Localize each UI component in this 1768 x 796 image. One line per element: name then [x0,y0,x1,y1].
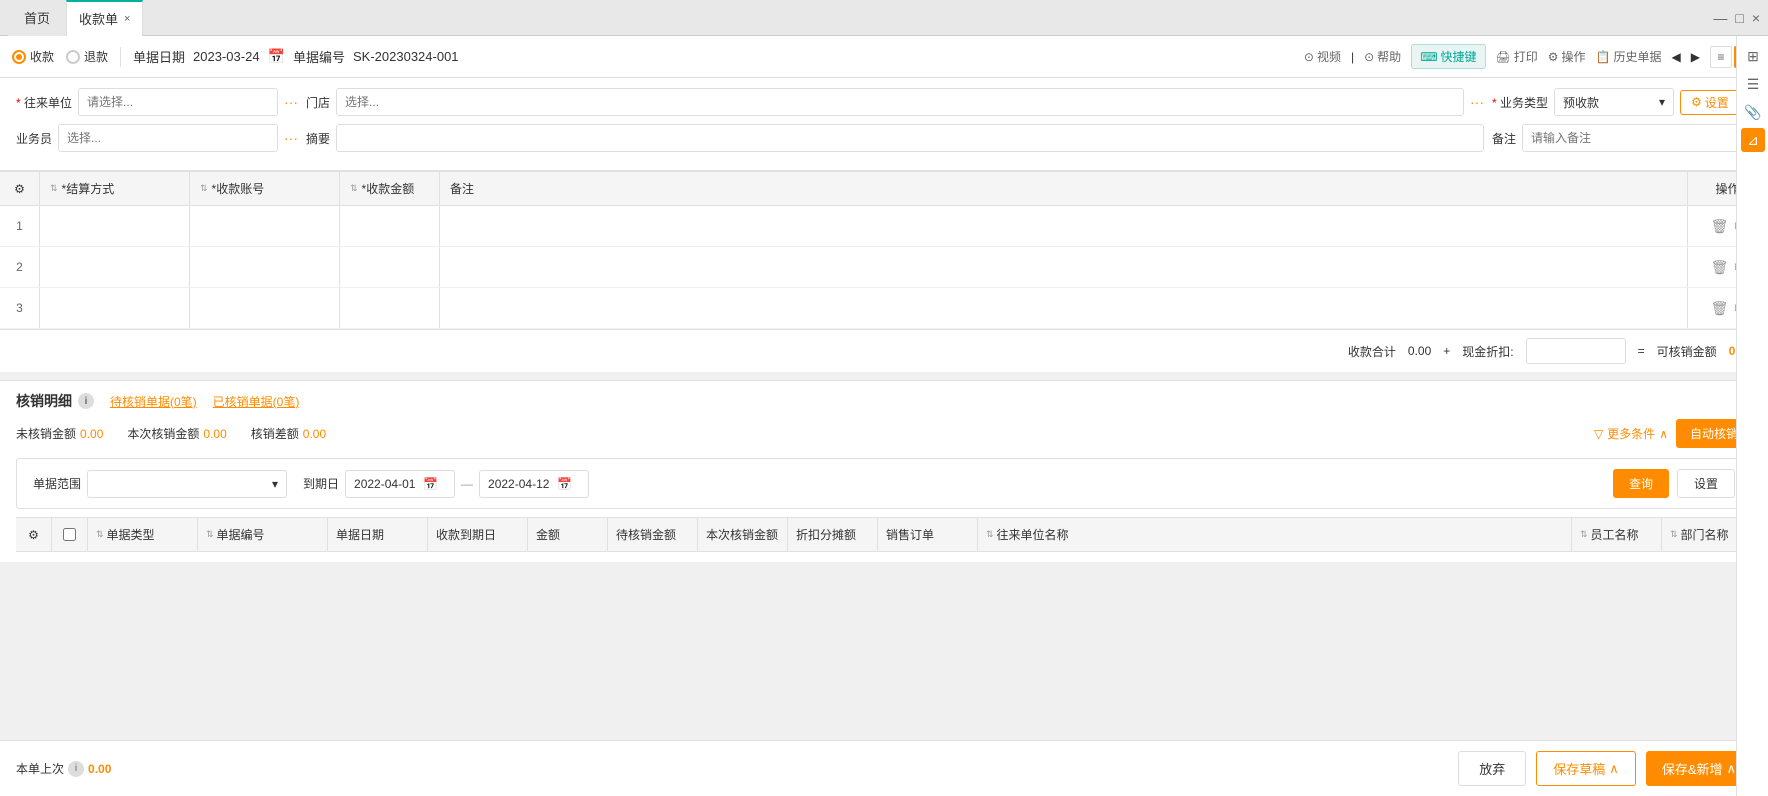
plus-sign: + [1443,344,1450,358]
th-amount: ⇅ *收款金额 [340,172,440,205]
table-row: 3 🗑 ⧉ [0,288,1768,329]
radio-refund[interactable]: 退款 [66,48,108,65]
th-account: ⇅ *收款账号 [190,172,340,205]
dth-staff: ⇅ 员工名称 [1572,518,1662,551]
row2-delete-icon[interactable]: 🗑 [1711,259,1729,276]
biz-type-label: * 业务类型 [1492,94,1548,111]
abandon-btn[interactable]: 放弃 [1458,751,1526,786]
tab-close-icon[interactable]: × [124,13,130,25]
staff-label: 业务员 [16,130,52,147]
dth-partner: ⇅ 往来单位名称 [978,518,1572,551]
row1-delete-icon[interactable]: 🗑 [1711,218,1729,235]
dth-no: ⇅ 单据编号 [198,518,328,551]
radio-income[interactable]: 收款 [12,48,54,65]
dth-due: 收款到期日 [428,518,528,551]
diff-stat: 核销差额 0.00 [251,425,326,442]
calendar-from-icon[interactable]: 📅 [423,477,438,491]
dth-check[interactable] [52,518,88,551]
window-maximize[interactable]: □ [1735,10,1743,26]
info-icon-footer[interactable]: i [68,761,84,777]
calendar-icon[interactable]: 📅 [268,48,285,65]
table-row: 1 🗑 ⧉ [0,206,1768,247]
per-order-info: 本单上次 i 0.00 [16,760,111,777]
tab-current[interactable]: 收款单 × [66,0,143,36]
verifiable-label: 可核销金额 [1657,343,1717,360]
history-btn[interactable]: 📋历史单据 [1596,48,1662,65]
dth-discount: 折扣分摊额 [788,518,878,551]
draft-btn[interactable]: 保存草稿 ∧ [1536,751,1636,786]
discount-label: 现金折扣: [1462,343,1513,360]
date-from-input[interactable]: 2022-04-01 📅 [345,470,455,498]
done-tab[interactable]: 已核销单据(0笔) [213,393,300,410]
staff-more-icon[interactable]: ··· [284,130,298,146]
range-select[interactable]: ▾ [87,470,287,498]
settings-btn[interactable]: ⚙设置 [1680,90,1740,115]
shortcut-btn[interactable]: ⌨快捷键 [1411,44,1485,69]
dth-gear[interactable]: ⚙ [16,518,52,551]
date-label: 单据日期 [133,47,185,66]
window-close[interactable]: × [1752,10,1760,26]
remark-input[interactable] [1522,124,1752,152]
tab-home[interactable]: 首页 [8,0,66,36]
store-input[interactable] [336,88,1464,116]
dth-order: 销售订单 [878,518,978,551]
range-label: 单据范围 [33,475,81,492]
biz-type-select[interactable]: 预收款 ▾ [1554,88,1674,116]
total-value: 0.00 [1408,344,1431,358]
no-value: SK-20230324-001 [353,49,459,64]
video-btn[interactable]: ⊙视频 [1304,48,1341,65]
pending-tab[interactable]: 待核销单据(0笔) [110,393,197,410]
row3-delete-icon[interactable]: 🗑 [1711,300,1729,317]
staff-input[interactable] [58,124,278,152]
sidebar-list-icon[interactable]: ☰ [1741,72,1765,96]
query-btn[interactable]: 查询 [1613,469,1669,498]
date-to-input[interactable]: 2022-04-12 📅 [479,470,589,498]
equals-sign: = [1638,344,1645,358]
uncancelled-stat: 未核销金额 0.00 [16,425,103,442]
date-value: 2023-03-24 [193,49,260,64]
due-date-label: 到期日 [303,475,339,492]
select-all-checkbox[interactable] [63,528,76,541]
partner-more-icon[interactable]: ··· [284,94,298,110]
th-gear[interactable]: ⚙ [0,172,40,205]
print-btn[interactable]: 🖨打印 [1496,48,1538,65]
store-label: 门店 [306,94,330,111]
verify-title: 核销明细 [16,391,72,411]
table-row: 2 🗑 ⧉ [0,247,1768,288]
view-list-icon[interactable]: ≡ [1710,46,1732,68]
help-btn[interactable]: ⊙帮助 [1364,48,1401,65]
partner-input[interactable] [78,88,278,116]
dth-verify-amount: 本次核销金额 [698,518,788,551]
more-conditions-btn[interactable]: ▽ 更多条件 ∧ [1594,425,1668,442]
current-verify-stat: 本次核销金额 0.00 [127,425,226,442]
sidebar-clip-icon[interactable]: 📎 [1741,100,1765,124]
summary-label: 摘要 [306,130,330,147]
sidebar-expand-icon[interactable]: ⊿ [1741,128,1765,152]
operation-btn[interactable]: ⚙操作 [1548,48,1586,65]
filter-settings-btn[interactable]: 设置 [1677,469,1735,498]
calendar-to-icon[interactable]: 📅 [557,477,572,491]
dth-date: 单据日期 [328,518,428,551]
dth-type: ⇅ 单据类型 [88,518,198,551]
th-settle: ⇅ *结算方式 [40,172,190,205]
partner-label: * 往来单位 [16,94,72,111]
dth-pending: 待核销金额 [608,518,698,551]
summary-input[interactable] [336,124,1484,152]
discount-input[interactable] [1526,338,1626,364]
verify-info-icon[interactable]: i [78,393,94,409]
sidebar-table-icon[interactable]: ⊞ [1741,44,1765,68]
total-label: 收款合计 [1348,343,1396,360]
remark-label: 备注 [1492,130,1516,147]
no-label: 单据编号 [293,47,345,66]
dth-amount: 金额 [528,518,608,551]
th-remark: 备注 [440,172,1688,205]
window-minimize[interactable]: — [1713,10,1727,26]
store-more-icon[interactable]: ··· [1470,94,1484,110]
